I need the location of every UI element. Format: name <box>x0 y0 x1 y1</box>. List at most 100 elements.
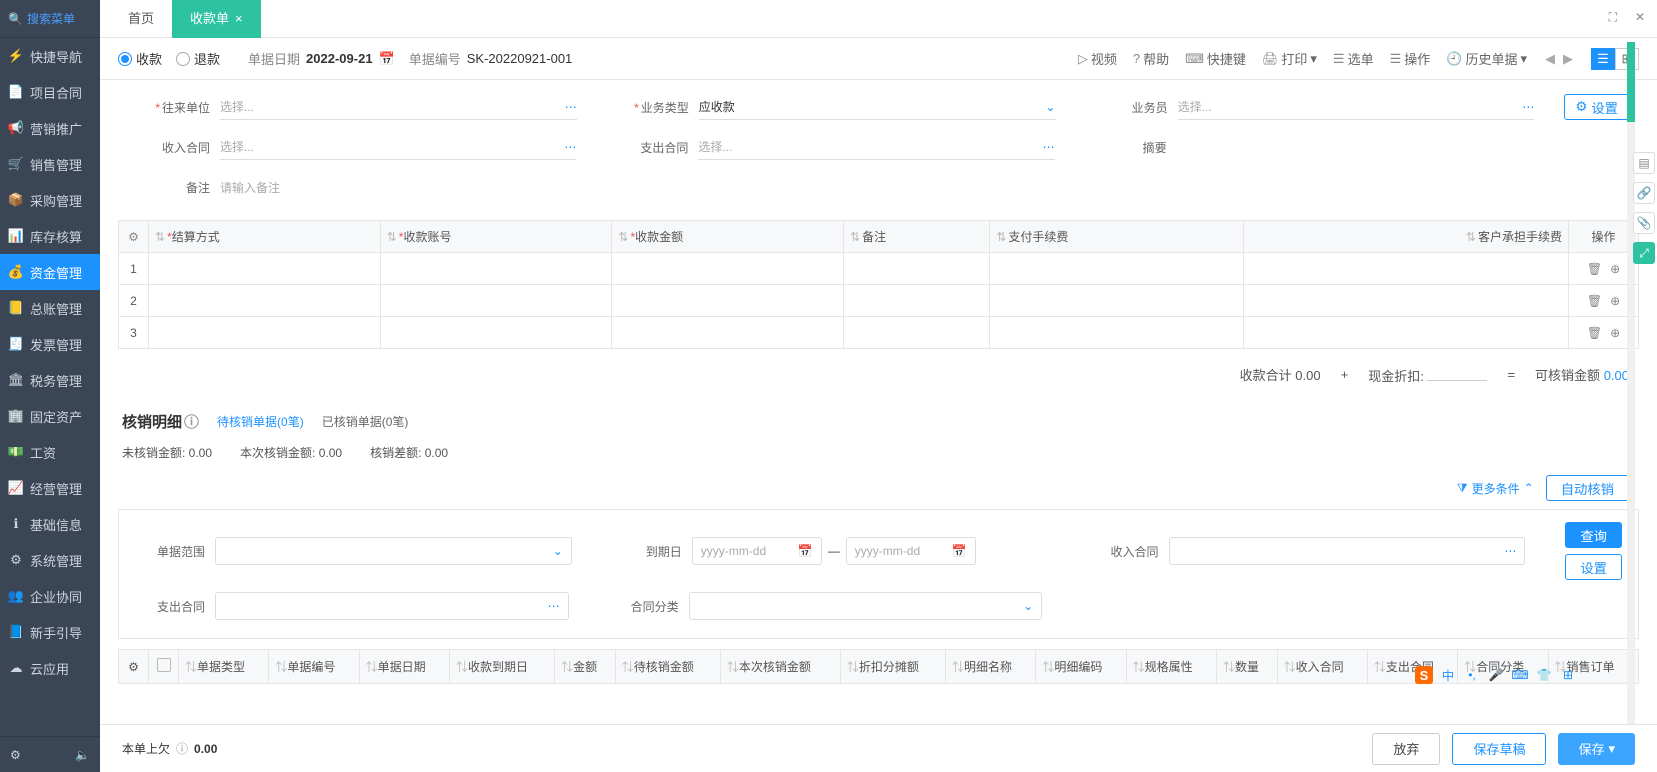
next-icon[interactable]: ▶ <box>1561 51 1575 67</box>
search-menu[interactable]: 🔍 搜索菜单 <box>0 0 100 38</box>
chevron-down-icon[interactable]: ⌄ <box>553 544 563 558</box>
sort-icon[interactable]: ⇅ <box>1374 660 1386 674</box>
cell[interactable] <box>149 253 381 285</box>
nav-item-5[interactable]: 📊库存核算 <box>0 218 100 254</box>
rail-attach-icon[interactable]: 📎 <box>1633 212 1655 234</box>
pending-tab[interactable]: 待核销单据(0笔) <box>217 413 304 430</box>
shortcut-action[interactable]: ⌨快捷键 <box>1185 49 1246 68</box>
sort-icon[interactable]: ⇅ <box>366 660 378 674</box>
dcol-9[interactable]: ⇅明细编码 <box>1036 650 1126 684</box>
vendor-input[interactable]: 选择...⋯ <box>220 94 577 120</box>
save-button[interactable]: 保存▾ <box>1558 733 1635 765</box>
calendar-icon[interactable]: 📅 <box>798 544 813 558</box>
dcol-4[interactable]: ⇅金额 <box>555 650 616 684</box>
rail-link-icon[interactable]: 🔗 <box>1633 182 1655 204</box>
discount-input[interactable] <box>1427 363 1487 381</box>
query-button[interactable]: 查询 <box>1565 522 1622 548</box>
calendar-icon[interactable]: 📅 <box>952 544 967 558</box>
video-action[interactable]: ▷视频 <box>1078 49 1117 68</box>
delete-icon[interactable]: 🗑 <box>1587 326 1602 340</box>
ime-s-icon[interactable]: S <box>1415 666 1433 684</box>
more-conditions[interactable]: ⧩更多条件⌃ <box>1457 480 1534 497</box>
date-to[interactable]: yyyy-mm-dd📅 <box>846 537 976 565</box>
sort-icon[interactable]: ⇅ <box>847 660 859 674</box>
tab-close-icon[interactable]: × <box>235 11 243 26</box>
salesman-input[interactable]: 选择...⋯ <box>1178 94 1535 120</box>
auto-writeoff-button[interactable]: 自动核销 <box>1546 475 1629 501</box>
dcol-12[interactable]: ⇅收入合同 <box>1277 650 1367 684</box>
more-icon[interactable]: ⋯ <box>565 100 577 114</box>
nav-item-4[interactable]: 📦采购管理 <box>0 182 100 218</box>
chevron-down-icon[interactable]: ⌄ <box>1023 599 1033 613</box>
cell[interactable] <box>1243 317 1568 349</box>
info-icon[interactable]: ⓘ <box>184 414 199 431</box>
select-all[interactable] <box>149 650 179 684</box>
add-icon[interactable]: ⊕ <box>1610 294 1620 308</box>
view-list-icon[interactable]: ☰ <box>1591 48 1615 70</box>
close-panel-icon[interactable]: ✕ <box>1635 10 1645 24</box>
nav-item-3[interactable]: 🛒销售管理 <box>0 146 100 182</box>
ime-keyboard-icon[interactable]: ⌨ <box>1511 666 1529 684</box>
dcol-1[interactable]: ⇅单据编号 <box>269 650 359 684</box>
cell[interactable] <box>844 285 990 317</box>
more-icon[interactable]: ⋯ <box>548 599 560 613</box>
nav-item-15[interactable]: 👥企业协同 <box>0 578 100 614</box>
summary-input[interactable] <box>1177 134 1533 160</box>
nav-item-16[interactable]: 📘新手引导 <box>0 614 100 650</box>
rail-note-icon[interactable]: ▤ <box>1633 152 1655 174</box>
rail-expand-icon[interactable]: ⤢ <box>1633 242 1655 264</box>
dcol-5[interactable]: ⇅待核销金额 <box>615 650 720 684</box>
dcol-11[interactable]: ⇅数量 <box>1216 650 1277 684</box>
nav-item-2[interactable]: 📢营销推广 <box>0 110 100 146</box>
range-select[interactable]: ⌄ <box>215 537 572 565</box>
col-0[interactable]: ⇅*结算方式 <box>149 221 381 253</box>
cell[interactable] <box>612 285 844 317</box>
more-icon[interactable]: ⋯ <box>1504 544 1516 558</box>
ime-zh[interactable]: 中 <box>1439 666 1457 684</box>
nav-item-6[interactable]: 💰资金管理 <box>0 254 100 290</box>
cell[interactable] <box>990 253 1244 285</box>
fullscreen-icon[interactable]: ⛶ <box>1609 10 1617 25</box>
nav-item-7[interactable]: 📒总账管理 <box>0 290 100 326</box>
delete-icon[interactable]: 🗑 <box>1587 294 1602 308</box>
expend-contract-input[interactable]: 选择...⋯ <box>698 134 1054 160</box>
history-action[interactable]: 🕘历史单据▾ <box>1446 49 1527 68</box>
sort-icon[interactable]: ⇅ <box>1284 660 1296 674</box>
income-contract-input[interactable]: 选择...⋯ <box>220 134 576 160</box>
sort-icon[interactable]: ⇅ <box>622 660 634 674</box>
contract-class-select[interactable]: ⌄ <box>689 592 1043 620</box>
chevron-down-icon[interactable]: ⌄ <box>1046 100 1056 114</box>
income-contract-filter[interactable]: ⋯ <box>1169 537 1526 565</box>
sort-icon[interactable]: ⇅ <box>185 660 197 674</box>
dcol-7[interactable]: ⇅折扣分摊额 <box>840 650 945 684</box>
cell[interactable] <box>380 317 612 349</box>
ime-dot-icon[interactable]: •, <box>1463 666 1481 684</box>
operate-action[interactable]: ☰操作 <box>1390 49 1431 68</box>
cell[interactable] <box>612 317 844 349</box>
sort-icon[interactable]: ⇅ <box>387 230 397 244</box>
nav-item-12[interactable]: 📈经营管理 <box>0 470 100 506</box>
cell[interactable] <box>990 285 1244 317</box>
radio-receive[interactable]: 收款 <box>118 49 162 68</box>
calendar-icon[interactable]: 📅 <box>379 51 395 67</box>
ime-mic-icon[interactable]: 🎤 <box>1487 666 1505 684</box>
nav-item-9[interactable]: 🏛税务管理 <box>0 362 100 398</box>
sort-icon[interactable]: ⇅ <box>1133 660 1145 674</box>
dcol-8[interactable]: ⇅明细名称 <box>946 650 1036 684</box>
cell[interactable] <box>149 317 381 349</box>
prev-icon[interactable]: ◀ <box>1543 51 1557 67</box>
dcol-2[interactable]: ⇅单据日期 <box>359 650 449 684</box>
cell[interactable] <box>149 285 381 317</box>
radio-refund[interactable]: 退款 <box>176 49 220 68</box>
sort-icon[interactable]: ⇅ <box>1466 230 1476 244</box>
dcol-10[interactable]: ⇅规格属性 <box>1126 650 1216 684</box>
add-icon[interactable]: ⊕ <box>1610 326 1620 340</box>
sort-icon[interactable]: ⇅ <box>850 230 860 244</box>
sort-icon[interactable]: ⇅ <box>727 660 739 674</box>
nav-item-11[interactable]: 💵工资 <box>0 434 100 470</box>
cell[interactable] <box>844 253 990 285</box>
nav-item-1[interactable]: 📄项目合同 <box>0 74 100 110</box>
biz-type-select[interactable]: 应收款⌄ <box>699 94 1056 120</box>
help-action[interactable]: ?帮助 <box>1133 49 1169 68</box>
remark-input[interactable]: 请输入备注 <box>220 174 1599 200</box>
